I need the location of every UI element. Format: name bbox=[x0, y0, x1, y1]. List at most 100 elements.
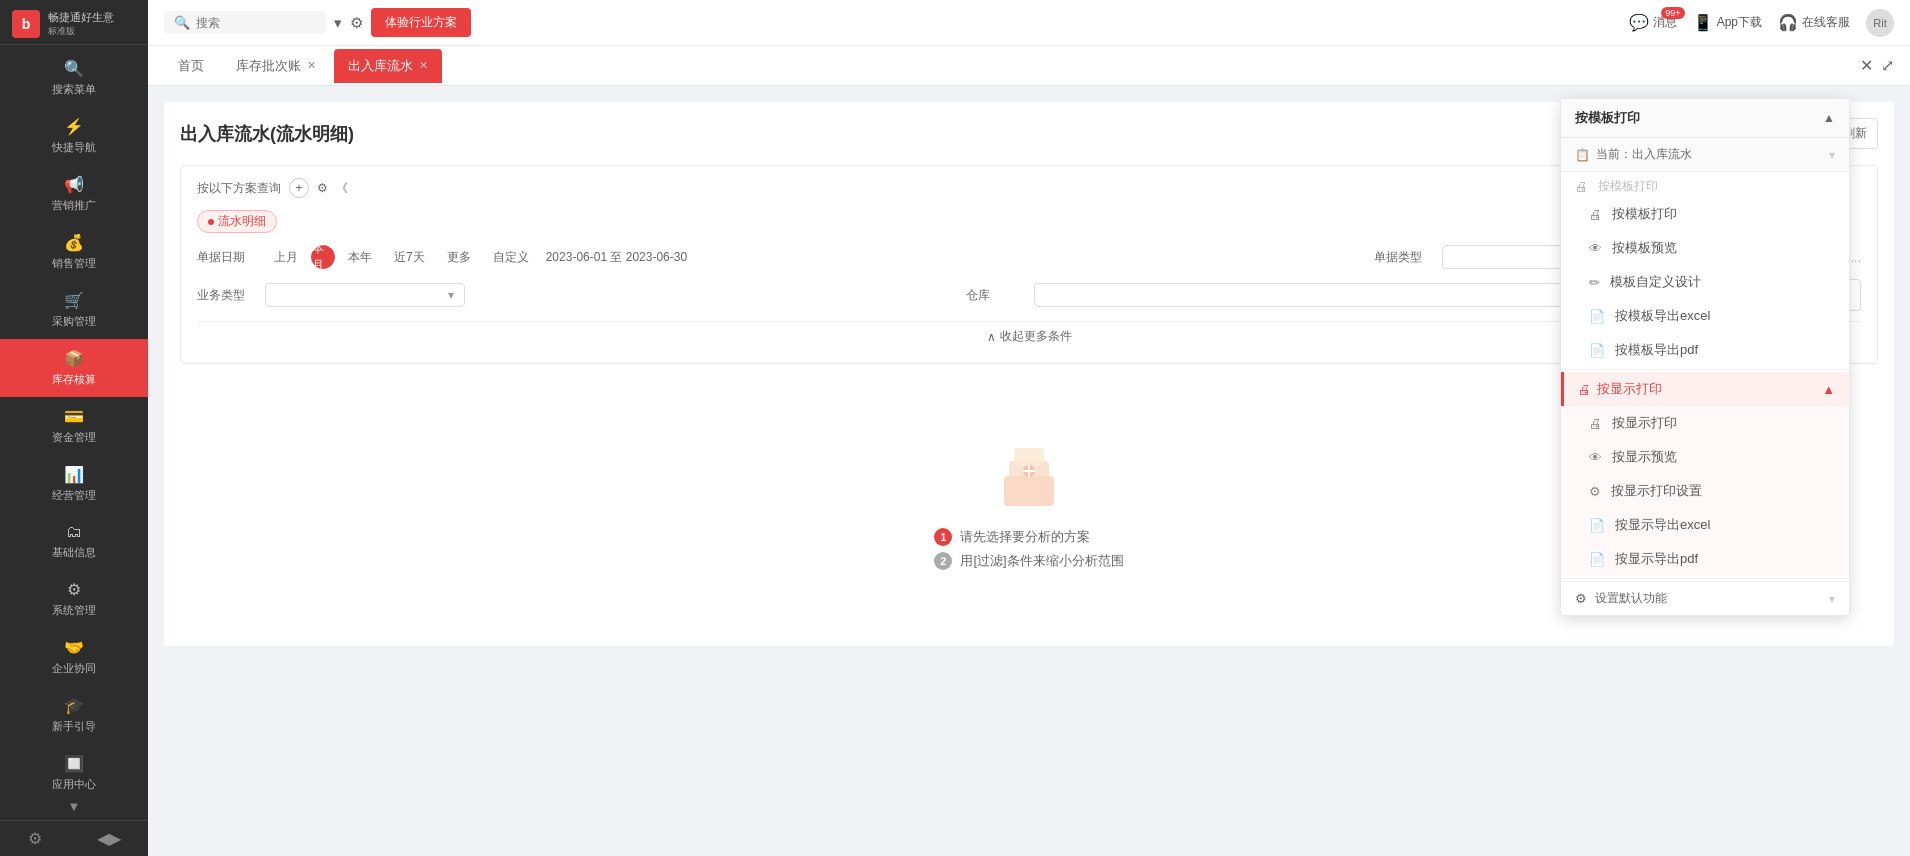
date-btn-this-month[interactable]: 本月 bbox=[311, 245, 335, 269]
sidebar-item-marketing[interactable]: 📢 营销推广 bbox=[0, 165, 148, 223]
operation-icon: 📊 bbox=[64, 465, 84, 484]
display-print-icon: 🖨 bbox=[1589, 416, 1602, 431]
tab-inout-label: 出入库流水 bbox=[348, 57, 413, 75]
tab-batch[interactable]: 库存批次账 ✕ bbox=[222, 49, 330, 83]
tab-home[interactable]: 首页 bbox=[164, 49, 218, 83]
display-preview-item[interactable]: 👁 按显示预览 bbox=[1561, 440, 1849, 474]
dropdown-header: 按模板打印 ▲ bbox=[1561, 99, 1849, 138]
online-service-btn[interactable]: 🎧 在线客服 bbox=[1778, 13, 1850, 32]
app-name: 畅捷通好生意 bbox=[48, 10, 114, 24]
sidebar-collapse-icon[interactable]: ◀▶ bbox=[97, 829, 121, 848]
sidebar-item-basic[interactable]: 🗂 基础信息 bbox=[0, 513, 148, 570]
sidebar-bottom: ⚙ ◀▶ bbox=[0, 820, 148, 856]
template-preview-item[interactable]: 👁 按模板预览 bbox=[1561, 231, 1849, 265]
template-print-item[interactable]: 🖨 按模板打印 bbox=[1561, 197, 1849, 231]
template-custom-icon: ✏ bbox=[1589, 275, 1600, 290]
user-avatar[interactable]: Rit bbox=[1866, 9, 1894, 37]
display-section-label: 按显示打印 bbox=[1597, 380, 1662, 398]
sidebar-item-purchase[interactable]: 🛒 采购管理 bbox=[0, 281, 148, 339]
voucher-more-icon[interactable]: ... bbox=[1850, 250, 1861, 265]
sidebar-nav: 🔍 搜索菜单 ⚡ 快捷导航 📢 营销推广 💰 销售管理 🛒 采购管理 📦 bbox=[0, 45, 148, 793]
display-print-settings-item[interactable]: ⚙ 按显示打印设置 bbox=[1561, 474, 1849, 508]
default-func-arrow: ▾ bbox=[1829, 592, 1835, 606]
date-btn-this-year[interactable]: 本年 bbox=[339, 246, 381, 269]
display-section-arrow: ▲ bbox=[1822, 382, 1835, 397]
step-1-text: 请先选择要分析的方案 bbox=[960, 528, 1090, 546]
search-nav-icon: 🔍 bbox=[64, 59, 84, 78]
sidebar-item-label: 经营管理 bbox=[52, 488, 96, 503]
online-service-label: 在线客服 bbox=[1802, 14, 1850, 31]
date-btn-custom[interactable]: 自定义 bbox=[484, 246, 538, 269]
topbar-gear-icon[interactable]: ▾ bbox=[334, 14, 342, 32]
business-type-label: 业务类型 bbox=[197, 287, 257, 304]
dropdown-collapse-icon[interactable]: ▲ bbox=[1823, 111, 1835, 125]
step-2-text: 用[过滤]条件来缩小分析范围 bbox=[960, 552, 1123, 570]
industry-btn[interactable]: 体验行业方案 bbox=[371, 8, 471, 37]
sidebar-item-finance[interactable]: 💳 资金管理 bbox=[0, 397, 148, 455]
sidebar-scroll-down[interactable]: ▼ bbox=[0, 793, 148, 820]
app-download-btn[interactable]: 📱 App下载 bbox=[1693, 13, 1762, 32]
filter-collapse-icon[interactable]: 《 bbox=[336, 180, 348, 197]
sidebar-item-shortcuts[interactable]: ⚡ 快捷导航 bbox=[0, 107, 148, 165]
empty-step-1: 1 请先选择要分析的方案 bbox=[934, 528, 1123, 546]
date-btn-more[interactable]: 更多 bbox=[438, 246, 480, 269]
sidebar-item-operation[interactable]: 📊 经营管理 bbox=[0, 455, 148, 513]
inventory-icon: 📦 bbox=[64, 349, 84, 368]
sidebar-item-inventory[interactable]: 📦 库存核算 bbox=[0, 339, 148, 397]
sidebar-item-corp[interactable]: 🤝 企业协同 bbox=[0, 628, 148, 686]
display-print-item[interactable]: 🖨 按显示打印 bbox=[1561, 406, 1849, 440]
print-dropdown-panel: 按模板打印 ▲ 📋 当前：出入库流水 ▾ 🖨 按模板打印 🖨 按模板打印 👁 按… bbox=[1560, 98, 1850, 616]
download-icon: 📱 bbox=[1693, 13, 1713, 32]
sidebar-item-label: 应用中心 bbox=[52, 777, 96, 792]
filter-add-btn[interactable]: + bbox=[289, 178, 309, 198]
sidebar-item-sales[interactable]: 💰 销售管理 bbox=[0, 223, 148, 281]
date-btn-last-month[interactable]: 上月 bbox=[265, 246, 307, 269]
topbar: 🔍 ▾ ⚙ 体验行业方案 💬 消息 99+ 📱 App下载 🎧 bbox=[148, 0, 1910, 46]
sidebar-item-label: 快捷导航 bbox=[52, 140, 96, 155]
app-logo: b 畅捷通好生意 标准版 bbox=[0, 0, 148, 45]
topbar-right: 💬 消息 99+ 📱 App下载 🎧 在线客服 Rit bbox=[1629, 9, 1894, 37]
sidebar-item-label: 资金管理 bbox=[52, 430, 96, 445]
tab-inout-close[interactable]: ✕ bbox=[419, 59, 428, 72]
business-dropdown-arrow: ▾ bbox=[448, 288, 454, 302]
apps-icon: 🔲 bbox=[64, 754, 84, 773]
template-export-excel-item[interactable]: 📄 按模板导出excel bbox=[1561, 299, 1849, 333]
message-btn[interactable]: 💬 消息 99+ bbox=[1629, 13, 1677, 32]
display-export-excel-item[interactable]: 📄 按显示导出excel bbox=[1561, 508, 1849, 542]
search-input[interactable] bbox=[196, 16, 316, 30]
voucher-type-label: 单据类型 bbox=[1374, 249, 1434, 266]
empty-steps: 1 请先选择要分析的方案 2 用[过滤]条件来缩小分析范围 bbox=[934, 528, 1123, 570]
sidebar-item-label: 营销推广 bbox=[52, 198, 96, 213]
sidebar-item-guide[interactable]: 🎓 新手引导 bbox=[0, 686, 148, 744]
pdf-icon: 📄 bbox=[1589, 343, 1605, 358]
topbar-settings-icon[interactable]: ⚙ bbox=[350, 14, 363, 32]
template-section-label: 🖨 按模板打印 bbox=[1561, 172, 1849, 197]
display-export-pdf-item[interactable]: 📄 按显示导出pdf bbox=[1561, 542, 1849, 576]
template-custom-item[interactable]: ✏ 模板自定义设计 bbox=[1561, 265, 1849, 299]
sidebar-settings-icon[interactable]: ⚙ bbox=[28, 829, 42, 848]
sidebar-item-apps[interactable]: 🔲 应用中心 bbox=[0, 744, 148, 793]
date-btn-7days[interactable]: 近7天 bbox=[385, 246, 434, 269]
guide-icon: 🎓 bbox=[64, 696, 84, 715]
tab-close-all-icon[interactable]: ✕ bbox=[1860, 56, 1873, 75]
filter-settings-icon[interactable]: ⚙ bbox=[317, 181, 328, 195]
tab-inout[interactable]: 出入库流水 ✕ bbox=[334, 49, 442, 83]
template-export-pdf-item[interactable]: 📄 按模板导出pdf bbox=[1561, 333, 1849, 367]
tab-batch-close[interactable]: ✕ bbox=[307, 59, 316, 72]
business-type-select[interactable]: ▾ bbox=[265, 283, 465, 307]
sidebar-item-label: 销售管理 bbox=[52, 256, 96, 271]
filter-flow-tag[interactable]: 流水明细 bbox=[197, 210, 277, 233]
display-section-icon: 🖨 bbox=[1578, 382, 1591, 397]
topbar-search-box[interactable]: 🔍 bbox=[164, 11, 326, 34]
tab-expand-icon[interactable]: ⤢ bbox=[1881, 56, 1894, 75]
avatar-text: Rit bbox=[1873, 17, 1886, 29]
sidebar-item-label: 基础信息 bbox=[52, 545, 96, 560]
sidebar-item-system[interactable]: ⚙ 系统管理 bbox=[0, 570, 148, 628]
filter-date-item: 单据日期 上月 本月 本年 近7天 更多 自定义 2023-06-01 至 20… bbox=[197, 245, 687, 269]
dropdown-title: 按模板打印 bbox=[1575, 109, 1640, 127]
sidebar-item-search[interactable]: 🔍 搜索菜单 bbox=[0, 49, 148, 107]
sidebar: b 畅捷通好生意 标准版 🔍 搜索菜单 ⚡ 快捷导航 📢 营销推广 💰 销 bbox=[0, 0, 148, 856]
date-range-display: 2023-06-01 至 2023-06-30 bbox=[546, 249, 687, 266]
default-func-item[interactable]: ⚙ 设置默认功能 ▾ bbox=[1561, 581, 1849, 615]
date-label: 单据日期 bbox=[197, 249, 257, 266]
